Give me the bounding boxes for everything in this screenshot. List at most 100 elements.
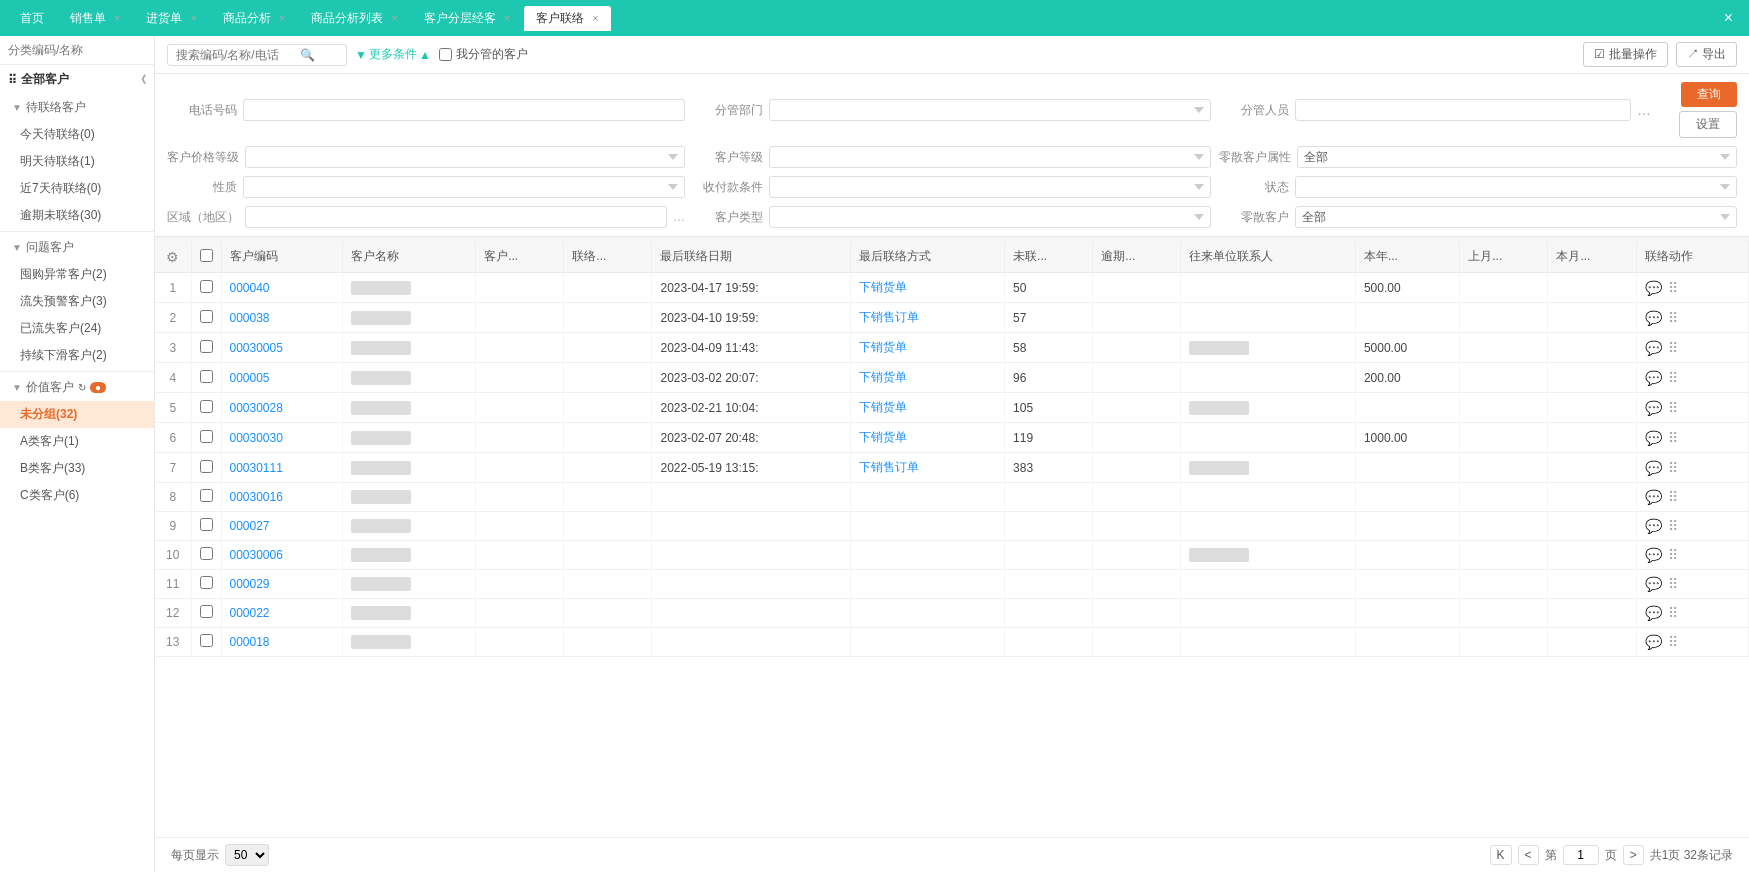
- chat-icon[interactable]: 💬: [1645, 547, 1662, 563]
- sidebar-pending-contact[interactable]: ▼ 待联络客户: [0, 94, 154, 121]
- grid-action-icon[interactable]: ⠿: [1668, 280, 1678, 296]
- reset-btn[interactable]: 设置: [1679, 111, 1737, 138]
- nav-tab-purchase[interactable]: 进货单 ×: [134, 6, 208, 31]
- nav-tab-analysis-list[interactable]: 商品分析列表 ×: [299, 6, 409, 31]
- refresh-icon[interactable]: ↻: [78, 382, 86, 393]
- customer-code-link[interactable]: 000022: [230, 606, 270, 620]
- sidebar-item-ungroup[interactable]: 未分组(32): [0, 401, 154, 428]
- nav-tab-analysis-close[interactable]: ×: [279, 12, 285, 24]
- nav-tab-customer-contact-close[interactable]: ×: [592, 12, 598, 24]
- phone-input[interactable]: [243, 99, 685, 121]
- grid-action-icon[interactable]: ⠿: [1668, 518, 1678, 534]
- chat-icon[interactable]: 💬: [1645, 634, 1662, 650]
- sidebar-item-abnormal[interactable]: 囤购异常客户(2): [0, 261, 154, 288]
- last-method-link[interactable]: 下销货单: [859, 430, 907, 444]
- sidebar-item-lost[interactable]: 已流失客户(24): [0, 315, 154, 342]
- last-method-link[interactable]: 下销货单: [859, 400, 907, 414]
- region-more-btn[interactable]: …: [673, 210, 685, 224]
- customer-code-link[interactable]: 00030030: [230, 431, 283, 445]
- my-customers-checkbox[interactable]: 我分管的客户: [439, 46, 528, 63]
- chat-icon[interactable]: 💬: [1645, 310, 1662, 326]
- customer-type-select[interactable]: [769, 206, 1211, 228]
- sidebar-item-week[interactable]: 近7天待联络(0): [0, 175, 154, 202]
- row-checkbox[interactable]: [191, 453, 221, 483]
- chat-icon[interactable]: 💬: [1645, 280, 1662, 296]
- row-checkbox[interactable]: [191, 273, 221, 303]
- nav-tab-customer-segment-close[interactable]: ×: [504, 12, 510, 24]
- sidebar-item-declining[interactable]: 持续下滑客户(2): [0, 342, 154, 369]
- gear-icon[interactable]: ⚙: [166, 249, 179, 265]
- sidebar-item-a-class[interactable]: A类客户(1): [0, 428, 154, 455]
- person-input[interactable]: [1295, 99, 1631, 121]
- retail-attr-select[interactable]: 全部: [1297, 146, 1737, 168]
- status-select[interactable]: [1295, 176, 1737, 198]
- query-btn[interactable]: 查询: [1681, 82, 1737, 107]
- grid-action-icon[interactable]: ⠿: [1668, 430, 1678, 446]
- th-name[interactable]: 客户名称: [343, 241, 476, 273]
- chat-icon[interactable]: 💬: [1645, 370, 1662, 386]
- last-method-link[interactable]: 下销货单: [859, 280, 907, 294]
- first-page-btn[interactable]: K: [1490, 845, 1512, 865]
- grid-action-icon[interactable]: ⠿: [1668, 340, 1678, 356]
- row-code[interactable]: 000018: [221, 628, 343, 657]
- row-code[interactable]: 000040: [221, 273, 343, 303]
- customer-code-link[interactable]: 00030016: [230, 490, 283, 504]
- row-code[interactable]: 000029: [221, 570, 343, 599]
- customer-code-link[interactable]: 000029: [230, 577, 270, 591]
- th-checkbox[interactable]: [191, 241, 221, 273]
- sidebar-problem-customers[interactable]: ▼ 问题客户: [0, 234, 154, 261]
- grid-action-icon[interactable]: ⠿: [1668, 400, 1678, 416]
- row-code[interactable]: 00030111: [221, 453, 343, 483]
- price-level-select[interactable]: [245, 146, 685, 168]
- row-code[interactable]: 00030028: [221, 393, 343, 423]
- customer-level-select[interactable]: [769, 146, 1211, 168]
- sidebar-value-customers[interactable]: ▼ 价值客户 ↻ ●: [0, 374, 154, 401]
- customer-code-link[interactable]: 000027: [230, 519, 270, 533]
- grid-action-icon[interactable]: ⠿: [1668, 370, 1678, 386]
- grid-action-icon[interactable]: ⠿: [1668, 460, 1678, 476]
- sidebar-item-today[interactable]: 今天待联络(0): [0, 121, 154, 148]
- customer-code-link[interactable]: 00030028: [230, 401, 283, 415]
- nav-home[interactable]: 首页: [8, 6, 56, 31]
- last-method-link[interactable]: 下销货单: [859, 340, 907, 354]
- row-checkbox[interactable]: [191, 512, 221, 541]
- row-code[interactable]: 000038: [221, 303, 343, 333]
- chat-icon[interactable]: 💬: [1645, 576, 1662, 592]
- my-customers-check-input[interactable]: [439, 48, 452, 61]
- nav-tab-sales[interactable]: 销售单 ×: [58, 6, 132, 31]
- last-method-link[interactable]: 下销售订单: [859, 460, 919, 474]
- filter-search-icon[interactable]: 🔍: [300, 48, 315, 62]
- chat-icon[interactable]: 💬: [1645, 340, 1662, 356]
- customer-code-link[interactable]: 000005: [230, 371, 270, 385]
- retail-customer-select[interactable]: 全部: [1295, 206, 1737, 228]
- sidebar-item-flow[interactable]: 流失预警客户(3): [0, 288, 154, 315]
- row-checkbox[interactable]: [191, 628, 221, 657]
- customer-code-link[interactable]: 00030006: [230, 548, 283, 562]
- sidebar-item-b-class[interactable]: B类客户(33): [0, 455, 154, 482]
- region-input[interactable]: [245, 206, 667, 228]
- row-checkbox[interactable]: [191, 541, 221, 570]
- grid-action-icon[interactable]: ⠿: [1668, 576, 1678, 592]
- grid-action-icon[interactable]: ⠿: [1668, 489, 1678, 505]
- grid-action-icon[interactable]: ⠿: [1668, 310, 1678, 326]
- chat-icon[interactable]: 💬: [1645, 400, 1662, 416]
- nav-tab-sales-close[interactable]: ×: [114, 12, 120, 24]
- chat-icon[interactable]: 💬: [1645, 518, 1662, 534]
- row-checkbox[interactable]: [191, 393, 221, 423]
- chat-icon[interactable]: 💬: [1645, 605, 1662, 621]
- nav-tab-purchase-close[interactable]: ×: [190, 12, 196, 24]
- nature-select[interactable]: [243, 176, 685, 198]
- prev-page-btn[interactable]: <: [1518, 845, 1539, 865]
- row-code[interactable]: 000022: [221, 599, 343, 628]
- last-method-link[interactable]: 下销售订单: [859, 310, 919, 324]
- page-number-input[interactable]: [1563, 845, 1599, 865]
- dept-select[interactable]: [769, 99, 1211, 121]
- grid-action-icon[interactable]: ⠿: [1668, 547, 1678, 563]
- sidebar-item-tomorrow[interactable]: 明天待联络(1): [0, 148, 154, 175]
- sidebar-item-overdue[interactable]: 逾期未联络(30): [0, 202, 154, 229]
- row-code[interactable]: 00030016: [221, 483, 343, 512]
- sidebar-collapse-icon[interactable]: 《: [136, 73, 146, 87]
- row-checkbox[interactable]: [191, 363, 221, 393]
- customer-code-link[interactable]: 00030111: [230, 461, 283, 475]
- row-code[interactable]: 00030006: [221, 541, 343, 570]
